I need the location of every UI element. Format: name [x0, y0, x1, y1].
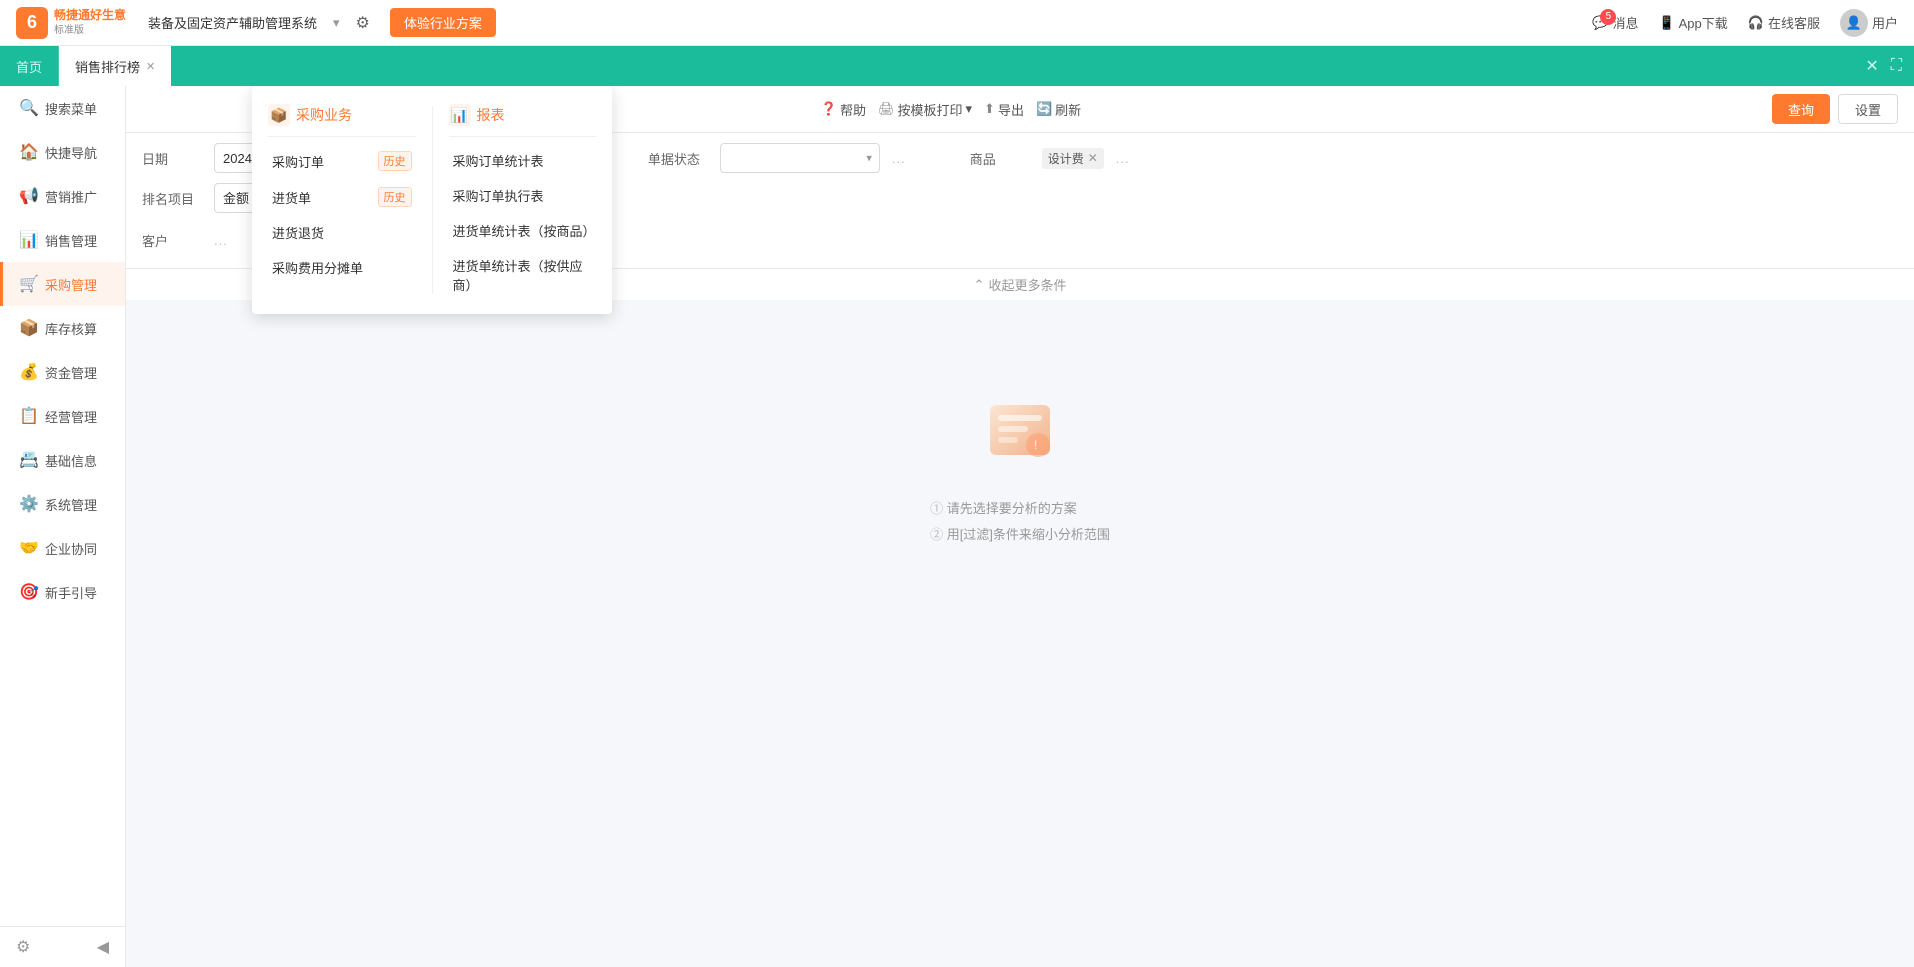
- tab-sales-ranking[interactable]: 销售排行榜 ✕: [59, 46, 171, 86]
- dropdown-item-po-stats[interactable]: 采购订单统计表: [449, 143, 597, 178]
- logo-icon: 6: [16, 7, 48, 39]
- tab-bar-controls: ✕ ⛶: [1861, 52, 1914, 80]
- dropdown-item-receipt-stats-supplier[interactable]: 进货单统计表（按供应商）: [449, 248, 597, 302]
- po-stats-label: 采购订单统计表: [453, 151, 544, 170]
- user-label: 用户: [1872, 13, 1898, 32]
- brand-name: 畅捷通好生意: [54, 8, 126, 24]
- app-download-button[interactable]: 📱 App下载: [1658, 13, 1727, 32]
- user-button[interactable]: 👤 用户: [1840, 9, 1898, 37]
- system-title: 装备及固定资产辅助管理系统: [148, 13, 317, 32]
- dropdown-item-po-execution[interactable]: 采购订单执行表: [449, 178, 597, 213]
- top-header: 6 畅捷通好生意 标准版 装备及固定资产辅助管理系统 ▾ ⚙ 体验行业方案 💬 …: [0, 0, 1914, 46]
- close-tab-icon[interactable]: ✕: [1861, 52, 1882, 80]
- dropdown-item-goods-return[interactable]: 进货退货: [268, 215, 416, 250]
- industry-button[interactable]: 体验行业方案: [390, 8, 496, 37]
- purchase-col-header: 📦 采购业务: [268, 98, 416, 137]
- expand-tab-icon[interactable]: ⛶: [1887, 53, 1906, 79]
- content-area: ❓ 帮助 🖨 按模板打印 ▾ ⬆ 导出 🔄 刷新 查询: [126, 86, 1914, 967]
- reports-col-header-label: 报表: [477, 105, 505, 125]
- system-settings-icon[interactable]: ⚙: [356, 13, 370, 33]
- purchase-cost-label: 采购费用分摊单: [272, 258, 363, 277]
- purchase-col-header-icon: 📦: [268, 104, 290, 126]
- receipt-stats-supplier-label: 进货单统计表（按供应商）: [453, 256, 593, 294]
- tab-bar: 首页 销售排行榜 ✕ ✕ ⛶: [0, 46, 1914, 86]
- dropdown-item-goods-receipt[interactable]: 进货单 历史: [268, 179, 416, 215]
- purchase-order-label: 采购订单: [272, 152, 324, 171]
- reports-col-header: 📊 报表: [449, 98, 597, 137]
- dropdown-col-purchase: 📦 采购业务 采购订单 历史 进货单 历史 进货退货: [252, 98, 432, 302]
- goods-return-label: 进货退货: [272, 223, 324, 242]
- goods-receipt-label: 进货单: [272, 188, 311, 207]
- dropdown-columns: 📦 采购业务 采购订单 历史 进货单 历史 进货退货: [252, 98, 612, 302]
- avatar: 👤: [1840, 9, 1868, 37]
- main-layout: 🔍 搜索菜单 🏠 快捷导航 📢 营销推广 📊 销售管理 🛒 采购管理 📦: [0, 86, 1914, 967]
- reports-col-header-icon: 📊: [449, 104, 471, 126]
- purchase-order-history: 历史: [378, 151, 412, 171]
- dropdown-item-purchase-order[interactable]: 采购订单 历史: [268, 143, 416, 179]
- brand-sub: 标准版: [54, 24, 126, 37]
- online-service-button[interactable]: 🎧 在线客服: [1748, 13, 1820, 32]
- avatar-icon: 👤: [1846, 15, 1862, 31]
- receipt-stats-goods-label: 进货单统计表（按商品）: [453, 221, 593, 240]
- header-right: 💬 5 消息 📱 App下载 🎧 在线客服 👤 用户: [1592, 9, 1898, 37]
- dropdown-item-purchase-cost[interactable]: 采购费用分摊单: [268, 250, 416, 285]
- system-title-arrow-icon[interactable]: ▾: [333, 15, 340, 31]
- headset-icon: 🎧: [1748, 15, 1764, 31]
- header-left: 6 畅捷通好生意 标准版 装备及固定资产辅助管理系统 ▾ ⚙ 体验行业方案: [16, 7, 496, 39]
- message-label: 消息: [1612, 13, 1638, 32]
- message-button[interactable]: 💬 5 消息: [1592, 13, 1638, 32]
- tab-home[interactable]: 首页: [0, 46, 59, 86]
- online-service-label: 在线客服: [1768, 13, 1820, 32]
- po-execution-label: 采购订单执行表: [453, 186, 544, 205]
- app-download-label: App下载: [1679, 13, 1728, 32]
- tab-close-icon[interactable]: ✕: [146, 60, 155, 73]
- tab-sales-ranking-label: 销售排行榜: [75, 57, 140, 76]
- message-badge: 5: [1600, 9, 1616, 25]
- goods-receipt-history: 历史: [378, 187, 412, 207]
- mobile-icon: 📱: [1658, 15, 1674, 31]
- purchase-col-header-label: 采购业务: [296, 105, 352, 125]
- logo-area: 6 畅捷通好生意 标准版: [16, 7, 136, 39]
- dropdown-col-reports: 📊 报表 采购订单统计表 采购订单执行表 进货单统计表（按商品） 进货单统计表（…: [433, 98, 613, 302]
- logo-text: 畅捷通好生意 标准版: [54, 8, 126, 37]
- dropdown-item-receipt-stats-goods[interactable]: 进货单统计表（按商品）: [449, 213, 597, 248]
- purchase-dropdown-menu: 📦 采购业务 采购订单 历史 进货单 历史 进货退货: [252, 86, 612, 314]
- tab-home-label: 首页: [16, 57, 42, 76]
